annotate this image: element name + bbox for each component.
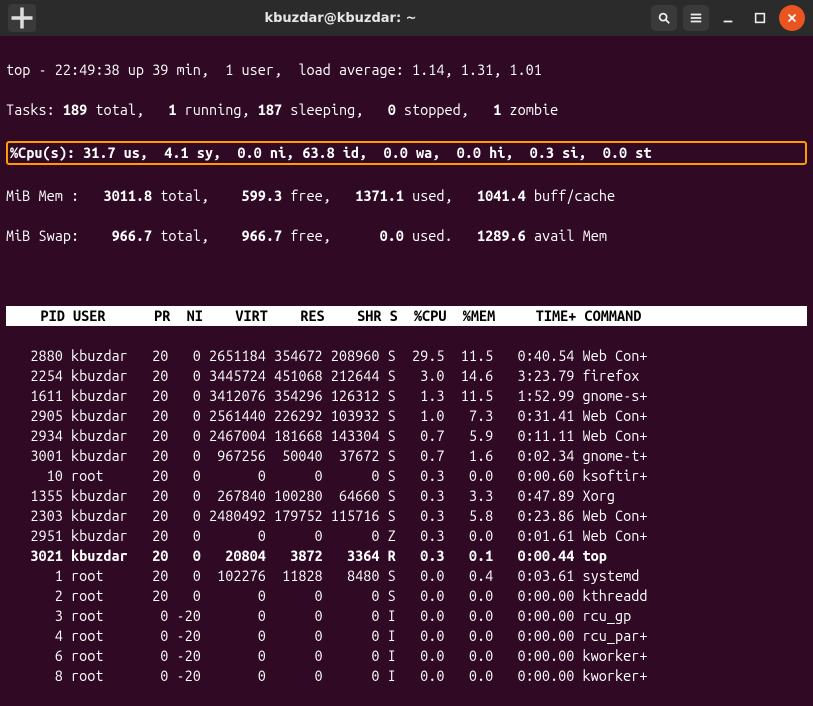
process-row: 1611 kbuzdar 20 0 3412076 354296 126312 …: [6, 386, 807, 406]
process-row-current: 3021 kbuzdar 20 0 20804 3872 3364 R 0.3 …: [6, 546, 807, 566]
blank-line: [6, 266, 807, 286]
terminal-output[interactable]: top - 22:49:38 up 39 min, 1 user, load a…: [0, 36, 813, 706]
minimize-button[interactable]: [715, 5, 741, 31]
process-row: 3001 kbuzdar 20 0 967256 50040 37672 S 0…: [6, 446, 807, 466]
process-row: 6 root 0 -20 0 0 0 I 0.0 0.0 0:00.00 kwo…: [6, 646, 807, 666]
process-row: 2951 kbuzdar 20 0 0 0 0 Z 0.3 0.0 0:01.6…: [6, 526, 807, 546]
process-row: 3 root 0 -20 0 0 0 I 0.0 0.0 0:00.00 rcu…: [6, 606, 807, 626]
mem-line: MiB Mem : 3011.8 total, 599.3 free, 1371…: [6, 186, 807, 206]
process-row: 2905 kbuzdar 20 0 2561440 226292 103932 …: [6, 406, 807, 426]
new-tab-button[interactable]: [8, 4, 36, 32]
top-summary-line: top - 22:49:38 up 39 min, 1 user, load a…: [6, 60, 807, 80]
process-row: 8 root 0 -20 0 0 0 I 0.0 0.0 0:00.00 kwo…: [6, 666, 807, 686]
process-row: 2254 kbuzdar 20 0 3445724 451068 212644 …: [6, 366, 807, 386]
search-button[interactable]: [651, 5, 677, 31]
titlebar: kbuzdar@kbuzdar: ~: [0, 0, 813, 36]
process-row: 2880 kbuzdar 20 0 2651184 354672 208960 …: [6, 346, 807, 366]
process-row: 2934 kbuzdar 20 0 2467004 181668 143304 …: [6, 426, 807, 446]
hamburger-menu-button[interactable]: [683, 5, 709, 31]
tasks-line: Tasks: 189 total, 1 running, 187 sleepin…: [6, 100, 807, 120]
maximize-button[interactable]: [747, 5, 773, 31]
process-row: 1355 kbuzdar 20 0 267840 100280 64660 S …: [6, 486, 807, 506]
swap-line: MiB Swap: 966.7 total, 966.7 free, 0.0 u…: [6, 226, 807, 246]
process-row: 1 root 20 0 102276 11828 8480 S 0.0 0.4 …: [6, 566, 807, 586]
process-row: 4 root 0 -20 0 0 0 I 0.0 0.0 0:00.00 rcu…: [6, 626, 807, 646]
process-row: 2303 kbuzdar 20 0 2480492 179752 115716 …: [6, 506, 807, 526]
cpu-line: %Cpu(s): 31.7 us, 4.1 sy, 0.0 ni, 63.8 i…: [10, 144, 651, 161]
process-list: 2880 kbuzdar 20 0 2651184 354672 208960 …: [6, 346, 807, 686]
close-button[interactable]: [779, 5, 805, 31]
process-row: 10 root 20 0 0 0 0 S 0.3 0.0 0:00.60 kso…: [6, 466, 807, 486]
cpu-line-highlight: %Cpu(s): 31.7 us, 4.1 sy, 0.0 ni, 63.8 i…: [6, 141, 807, 165]
process-header: PID USER PR NI VIRT RES SHR S %CPU %MEM …: [6, 306, 807, 326]
process-row: 2 root 20 0 0 0 0 S 0.0 0.0 0:00.00 kthr…: [6, 586, 807, 606]
window-title: kbuzdar@kbuzdar: ~: [264, 11, 416, 26]
